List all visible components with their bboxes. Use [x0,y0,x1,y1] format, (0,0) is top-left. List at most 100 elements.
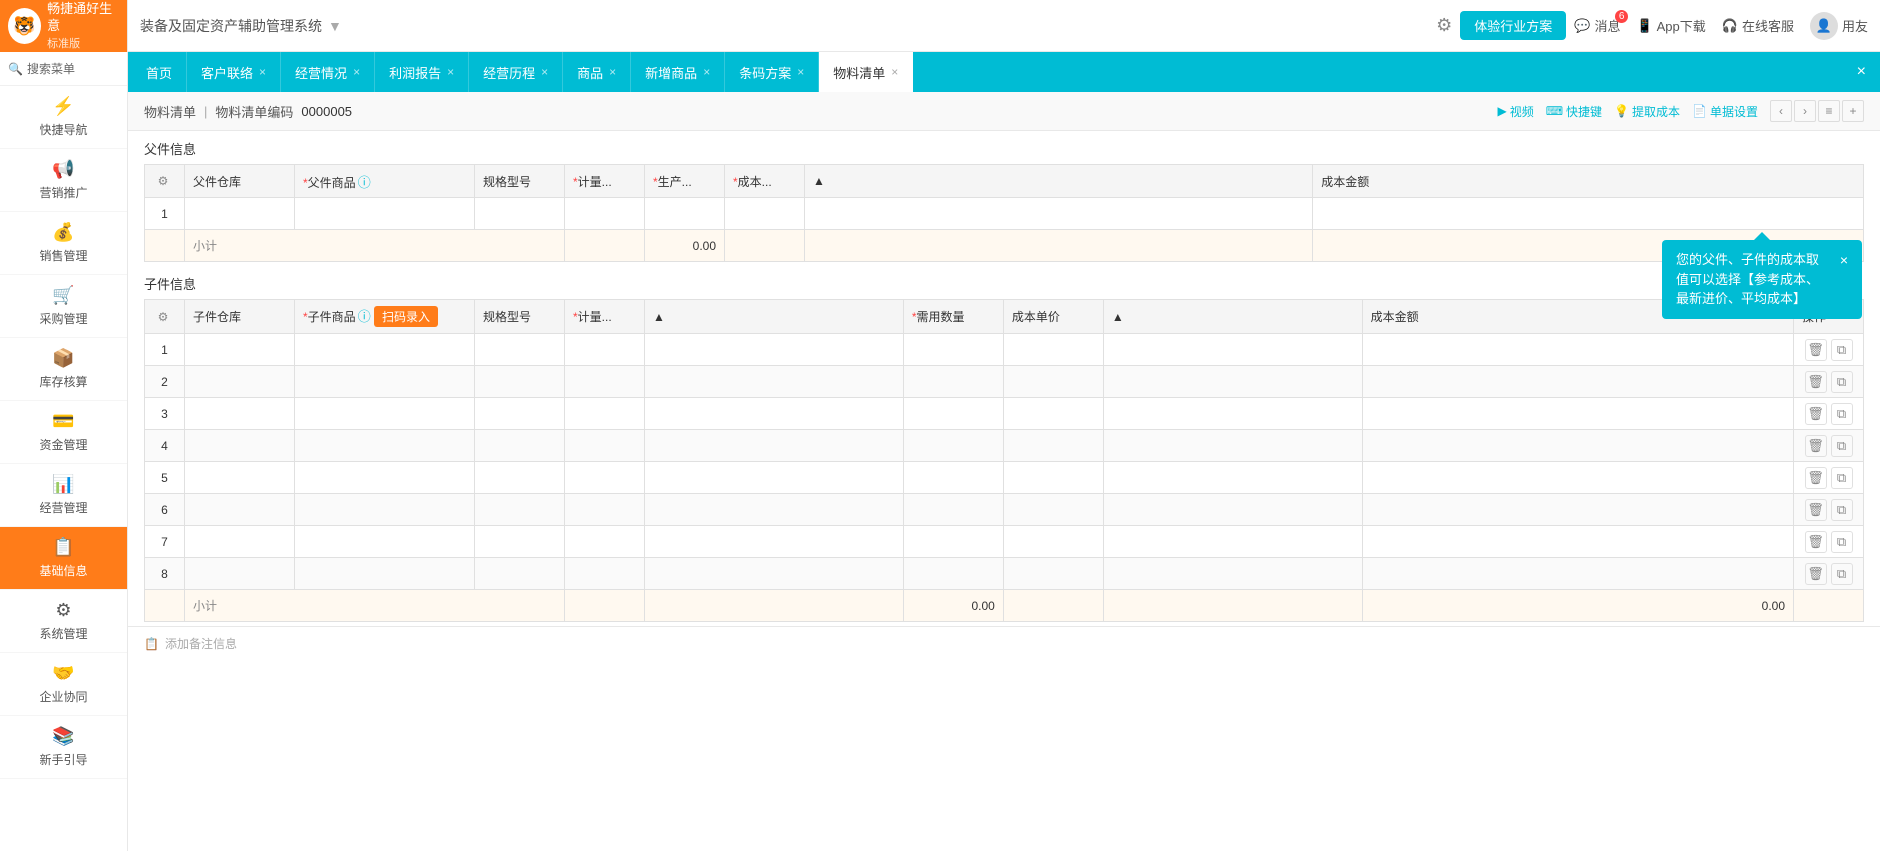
child-delete-3[interactable]: 🗑 [1805,403,1827,425]
nav-list[interactable]: ≡ [1818,100,1840,122]
child-unit-2[interactable] [565,366,645,398]
child-unit-3[interactable] [565,398,645,430]
child-product-5[interactable] [295,462,475,494]
child-spec-2[interactable] [475,366,565,398]
online-service-button[interactable]: 🎧 在线客服 [1722,16,1794,35]
sidebar-item-finance[interactable]: 💳 资金管理 [0,401,127,464]
child-warehouse-6[interactable] [185,494,295,526]
child-qty-6[interactable] [903,494,1003,526]
child-copy-8[interactable]: ⧉ [1831,563,1853,585]
tab-customer[interactable]: 客户联络 × [187,52,281,92]
child-spec-6[interactable] [475,494,565,526]
action-settings[interactable]: 📄 单据设置 [1692,103,1758,120]
parent-spec-1[interactable] [475,198,565,230]
child-spec-8[interactable] [475,558,565,590]
child-spec-3[interactable] [475,398,565,430]
child-unit-cost-8[interactable] [1003,558,1103,590]
child-product-1[interactable] [295,334,475,366]
child-unit-5[interactable] [565,462,645,494]
child-spec-5[interactable] [475,462,565,494]
message-button[interactable]: 💬 消息 6 [1574,16,1620,35]
tab-barcode-close[interactable]: × [797,65,804,79]
child-copy-3[interactable]: ⧉ [1831,403,1853,425]
tab-profit-close[interactable]: × [447,65,454,79]
child-warehouse-5[interactable] [185,462,295,494]
child-copy-4[interactable]: ⧉ [1831,435,1853,457]
child-product-8[interactable] [295,558,475,590]
child-unit-7[interactable] [565,526,645,558]
action-cost[interactable]: 💡 提取成本 [1614,103,1680,120]
parent-prod-1[interactable] [645,198,725,230]
child-warehouse-8[interactable] [185,558,295,590]
search-menu[interactable]: 🔍 搜索菜单 [0,52,127,86]
child-unit-1[interactable] [565,334,645,366]
child-warehouse-2[interactable] [185,366,295,398]
sidebar-item-system[interactable]: ⚙ 系统管理 [0,590,127,653]
user-avatar[interactable]: 👤 用友 [1810,12,1868,40]
child-warehouse-4[interactable] [185,430,295,462]
child-spec-1[interactable] [475,334,565,366]
child-copy-6[interactable]: ⧉ [1831,499,1853,521]
child-delete-2[interactable]: 🗑 [1805,371,1827,393]
parent-warehouse-1[interactable] [185,198,295,230]
sidebar-item-marketing[interactable]: 📢 营销推广 [0,149,127,212]
child-copy-5[interactable]: ⧉ [1831,467,1853,489]
sidebar-item-operation[interactable]: 📊 经营管理 [0,464,127,527]
child-qty-4[interactable] [903,430,1003,462]
scan-button[interactable]: 扫码录入 [374,306,438,327]
child-unit-cost-3[interactable] [1003,398,1103,430]
child-delete-1[interactable]: 🗑 [1805,339,1827,361]
child-unit-cost-2[interactable] [1003,366,1103,398]
child-warehouse-3[interactable] [185,398,295,430]
tab-new-product-close[interactable]: × [703,65,710,79]
action-view[interactable]: ▶ 视频 [1497,103,1533,120]
tab-home[interactable]: 首页 [132,52,187,92]
child-warehouse-1[interactable] [185,334,295,366]
trial-button[interactable]: 体验行业方案 [1460,11,1566,40]
child-qty-2[interactable] [903,366,1003,398]
sidebar-item-sales[interactable]: 💰 销售管理 [0,212,127,275]
tab-bom[interactable]: 物料清单 × [819,52,913,92]
child-qty-1[interactable] [903,334,1003,366]
tab-bom-close[interactable]: × [891,65,898,79]
tab-customer-close[interactable]: × [259,65,266,79]
sidebar-item-guide[interactable]: 📚 新手引导 [0,716,127,779]
child-delete-5[interactable]: 🗑 [1805,467,1827,489]
child-delete-7[interactable]: 🗑 [1805,531,1827,553]
child-unit-cost-4[interactable] [1003,430,1103,462]
child-product-7[interactable] [295,526,475,558]
tab-op-status-close[interactable]: × [353,65,360,79]
child-unit-6[interactable] [565,494,645,526]
action-shortcut[interactable]: ⌨ 快捷键 [1546,103,1602,120]
tab-new-product[interactable]: 新增商品 × [631,52,725,92]
child-qty-3[interactable] [903,398,1003,430]
child-unit-cost-5[interactable] [1003,462,1103,494]
tab-product[interactable]: 商品 × [563,52,631,92]
child-spec-4[interactable] [475,430,565,462]
child-copy-1[interactable]: ⧉ [1831,339,1853,361]
child-product-2[interactable] [295,366,475,398]
tab-operation-status[interactable]: 经营情况 × [281,52,375,92]
gear-icon[interactable]: ⚙ [1436,15,1452,36]
tab-product-close[interactable]: × [609,65,616,79]
sidebar-item-enterprise[interactable]: 🤝 企业协同 [0,653,127,716]
gear-icon[interactable]: ⚙ [153,307,173,327]
parent-unit-1[interactable] [565,198,645,230]
child-unit-4[interactable] [565,430,645,462]
sidebar-item-purchase[interactable]: 🛒 采购管理 [0,275,127,338]
tooltip-close-button[interactable]: × [1840,250,1848,271]
app-download-button[interactable]: 📱 App下载 [1636,16,1705,35]
child-copy-7[interactable]: ⧉ [1831,531,1853,553]
tab-barcode[interactable]: 条码方案 × [725,52,819,92]
close-all-tabs[interactable]: × [1847,63,1876,81]
child-qty-5[interactable] [903,462,1003,494]
child-product-6[interactable] [295,494,475,526]
child-qty-8[interactable] [903,558,1003,590]
tab-profit[interactable]: 利润报告 × [375,52,469,92]
sidebar-item-quick[interactable]: ⚡ 快捷导航 [0,86,127,149]
child-warehouse-7[interactable] [185,526,295,558]
tab-history[interactable]: 经营历程 × [469,52,563,92]
child-unit-cost-6[interactable] [1003,494,1103,526]
child-unit-cost-1[interactable] [1003,334,1103,366]
gear-icon[interactable]: ⚙ [153,171,173,191]
